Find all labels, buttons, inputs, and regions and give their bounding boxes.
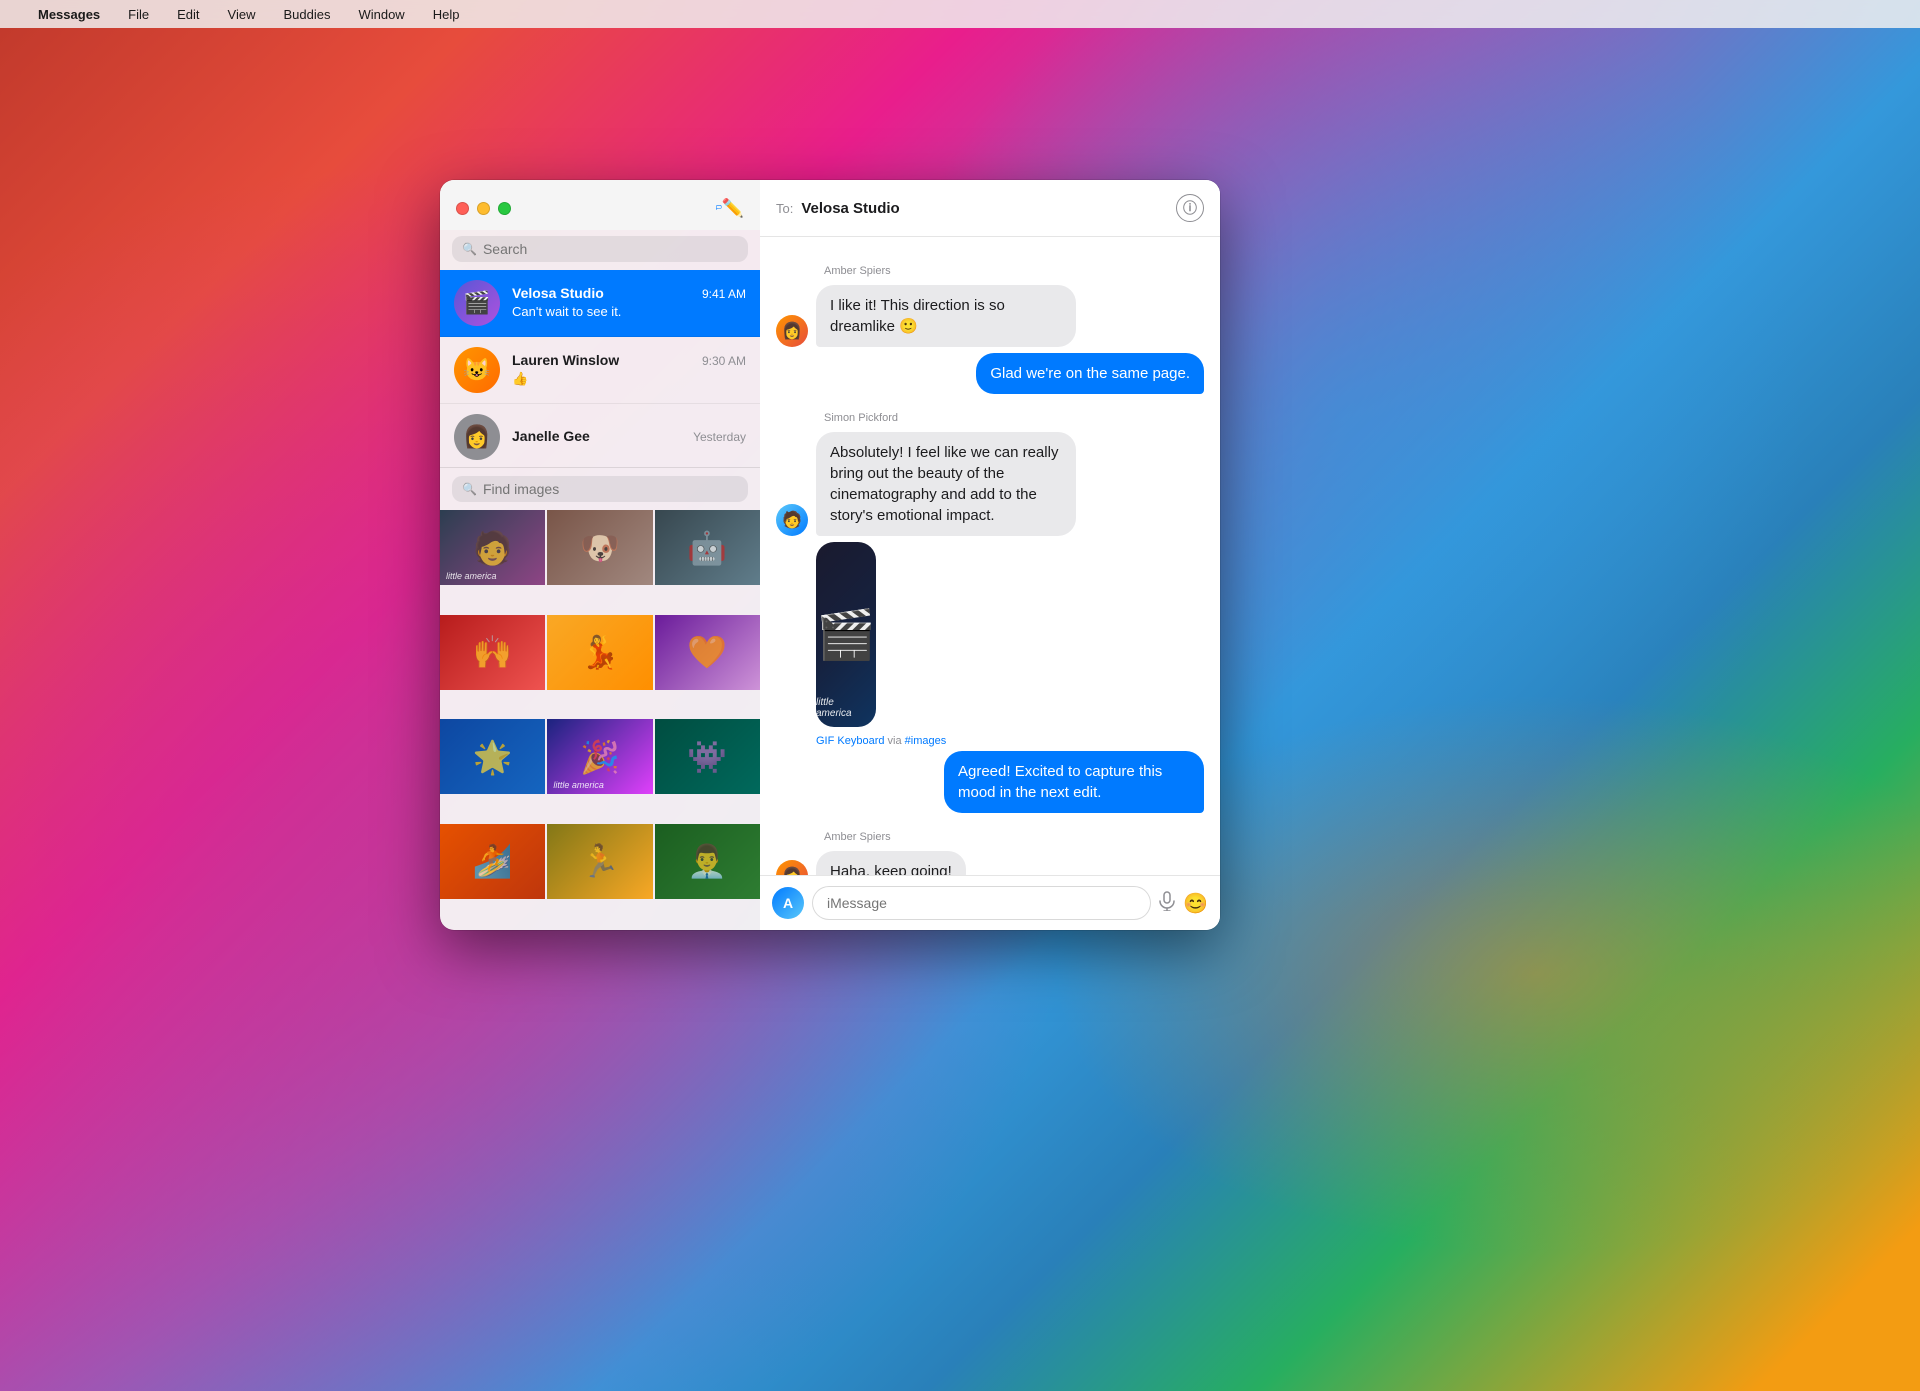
maximize-button[interactable] (498, 202, 511, 215)
conversation-item-janelle[interactable]: 👩 Janelle Gee Yesterday (440, 404, 760, 467)
chat-to-label: To: (776, 201, 793, 216)
conversation-list: 🎬 Velosa Studio 9:41 AM Can't wait to se… (440, 270, 760, 467)
chat-input-area: A 😊 (760, 875, 1220, 930)
emoji-button[interactable]: 😊 (1183, 891, 1208, 916)
gif-image[interactable]: 🎬 little america (816, 542, 876, 727)
message-row-5: 👩 Haha, keep going! (776, 851, 1204, 875)
bubble-2: Glad we're on the same page. (976, 353, 1204, 394)
chat-panel: To: Velosa Studio ⓘ Amber Spiers 👩 I lik… (760, 180, 1220, 930)
gif-cell-8[interactable]: little america 🎉 (547, 719, 652, 794)
bubble-4: Agreed! Excited to capture this mood in … (944, 751, 1204, 813)
conv-preview-velosa: Can't wait to see it. (512, 304, 621, 319)
avatar-simon: 🧑 (776, 504, 808, 536)
desktop: Messages File Edit View Buddies Window H… (0, 0, 1920, 1391)
gif-cell-4[interactable]: 🙌 (440, 615, 545, 690)
sidebar-header: ✏️ (440, 180, 760, 230)
gif-cell-9[interactable]: 👾 (655, 719, 760, 794)
conv-info-lauren: Lauren Winslow 9:30 AM 👍 (512, 352, 746, 388)
info-icon: ⓘ (1183, 198, 1197, 218)
conv-info-velosa: Velosa Studio 9:41 AM Can't wait to see … (512, 285, 746, 321)
gif-grid: little america 🧑 🐶 🤖 (440, 510, 760, 930)
gif-source-line: GIF Keyboard via #images (816, 735, 1204, 747)
message-row-gif: 🎬 little america (776, 542, 1204, 727)
chat-title-area: To: Velosa Studio (776, 200, 900, 217)
menubar: Messages File Edit View Buddies Window H… (0, 0, 1920, 28)
conv-info-janelle: Janelle Gee Yesterday (512, 428, 746, 446)
gif-cell-2[interactable]: 🐶 (547, 510, 652, 585)
app-store-icon: A (783, 895, 793, 911)
gif-search[interactable]: 🔍 (452, 476, 748, 502)
menu-help[interactable]: Help (427, 5, 466, 24)
message-row-1: 👩 I like it! This direction is so dreaml… (776, 285, 1204, 347)
gif-cell-11[interactable]: 🏃 (547, 824, 652, 899)
messages-list: Amber Spiers 👩 I like it! This direction… (760, 237, 1220, 875)
search-input[interactable] (483, 241, 738, 257)
sender-name-amber-1: Amber Spiers (824, 265, 1204, 277)
gif-cell-7[interactable]: 🌟 (440, 719, 545, 794)
gif-hashtag-label: #images (905, 735, 947, 747)
message-row-3: 🧑 Absolutely! I feel like we can really … (776, 432, 1204, 536)
conv-preview-lauren: 👍 (512, 371, 528, 386)
gif-via-label: via (888, 735, 905, 747)
menu-window[interactable]: Window (352, 5, 410, 24)
gif-picker: 🔍 little america 🧑 🐶 (440, 467, 760, 930)
sidebar: ✏️ 🔍 🎬 Velosa Studio 9: (440, 180, 760, 930)
message-row-4: Agreed! Excited to capture this mood in … (776, 751, 1204, 813)
gif-cell-10[interactable]: 🏄 (440, 824, 545, 899)
conversation-item-lauren[interactable]: 😺 Lauren Winslow 9:30 AM 👍 (440, 337, 760, 404)
chat-recipient: Velosa Studio (801, 200, 899, 217)
bubble-5: Haha, keep going! (816, 851, 966, 875)
search-bar[interactable]: 🔍 (452, 236, 748, 262)
close-button[interactable] (456, 202, 469, 215)
bubble-1: I like it! This direction is so dreamlik… (816, 285, 1076, 347)
menu-file[interactable]: File (122, 5, 155, 24)
dictation-button[interactable] (1159, 891, 1175, 916)
gif-label-8: little america (553, 780, 604, 790)
menu-edit[interactable]: Edit (171, 5, 205, 24)
gif-cell-1[interactable]: little america 🧑 (440, 510, 545, 585)
avatar-velosa: 🎬 (454, 280, 500, 326)
gif-cell-6[interactable]: 🧡 (655, 615, 760, 690)
message-row-2: Glad we're on the same page. (776, 353, 1204, 394)
menu-messages[interactable]: Messages (32, 5, 106, 24)
sender-name-amber-2: Amber Spiers (824, 831, 1204, 843)
gif-cell-12[interactable]: 👨‍💼 (655, 824, 760, 899)
avatar-lauren: 😺 (454, 347, 500, 393)
menu-view[interactable]: View (222, 5, 262, 24)
conversation-item-velosa[interactable]: 🎬 Velosa Studio 9:41 AM Can't wait to se… (440, 270, 760, 337)
conv-name-velosa: Velosa Studio (512, 285, 604, 301)
avatar-amber: 👩 (776, 315, 808, 347)
conv-name-janelle: Janelle Gee (512, 428, 590, 444)
sender-name-simon: Simon Pickford (824, 412, 1204, 424)
chat-info-button[interactable]: ⓘ (1176, 194, 1204, 222)
gif-label-1: little america (446, 571, 497, 581)
traffic-lights (456, 202, 511, 215)
gif-search-icon: 🔍 (462, 482, 477, 496)
gif-cell-5[interactable]: 💃 (547, 615, 652, 690)
chat-header: To: Velosa Studio ⓘ (760, 180, 1220, 237)
avatar-janelle: 👩 (454, 414, 500, 460)
minimize-button[interactable] (477, 202, 490, 215)
messages-window: ✏️ 🔍 🎬 Velosa Studio 9: (440, 180, 1220, 930)
bubble-3: Absolutely! I feel like we can really br… (816, 432, 1076, 536)
conv-name-lauren: Lauren Winslow (512, 352, 619, 368)
gif-message-container: 🎬 little america (816, 542, 876, 727)
app-store-button[interactable]: A (772, 887, 804, 919)
gif-search-input[interactable] (483, 481, 738, 497)
compose-button[interactable]: ✏️ (716, 194, 744, 222)
conv-time-lauren: 9:30 AM (702, 354, 746, 368)
gif-cell-3[interactable]: 🤖 (655, 510, 760, 585)
search-icon: 🔍 (462, 242, 477, 256)
conv-time-velosa: 9:41 AM (702, 287, 746, 301)
menu-buddies[interactable]: Buddies (277, 5, 336, 24)
gif-brand-overlay: little america (816, 697, 866, 719)
avatar-amber-2: 👩 (776, 860, 808, 875)
message-input[interactable] (812, 886, 1151, 920)
gif-keyboard-label: GIF Keyboard (816, 735, 884, 747)
conv-time-janelle: Yesterday (693, 430, 746, 444)
